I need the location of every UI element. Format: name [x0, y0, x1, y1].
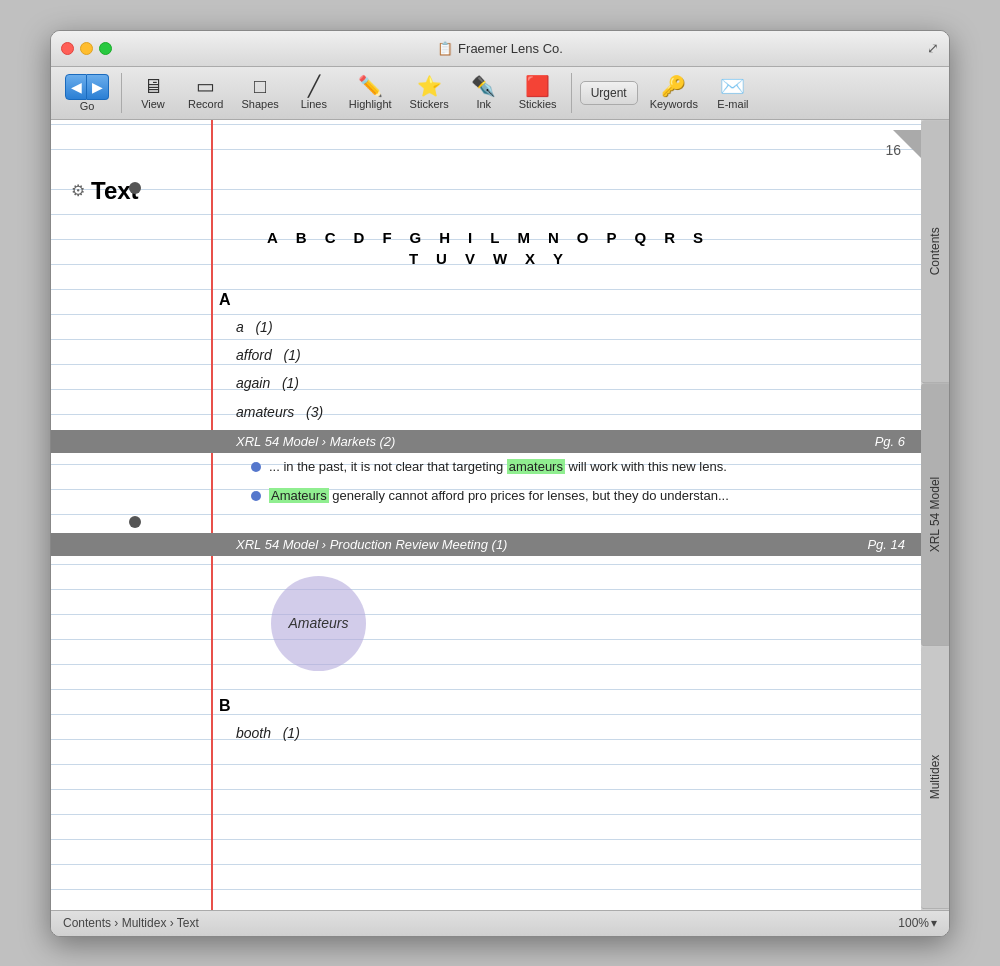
- lines-button[interactable]: ╱ Lines: [289, 73, 339, 113]
- stickies-button[interactable]: 🟥 Stickies: [511, 73, 565, 113]
- titlebar: 📋 Fraemer Lens Co. ⤢: [51, 31, 949, 67]
- tab-contents[interactable]: Contents: [921, 120, 949, 383]
- document-content: 16 ⚙ Text ABCDFGHILMNOPQRS: [51, 120, 921, 758]
- sub-group-2-header[interactable]: XRL 54 Model › Production Review Meeting…: [51, 533, 921, 556]
- left-bullet-1: [129, 182, 141, 194]
- section-b-label: B: [51, 689, 921, 719]
- amateurs-circle-badge[interactable]: Amateurs: [271, 576, 366, 671]
- stickies-icon: 🟥: [525, 76, 550, 96]
- sub-group-2: XRL 54 Model › Production Review Meeting…: [51, 533, 921, 681]
- traffic-lights: [61, 42, 112, 55]
- entry-booth[interactable]: booth (1): [51, 719, 921, 747]
- page-header: 16: [51, 130, 921, 165]
- tab-multidex[interactable]: Multidex: [921, 646, 949, 909]
- record-button[interactable]: ▭ Record: [180, 73, 231, 113]
- highlight-icon: ✏️: [358, 76, 383, 96]
- view-icon: 🖥: [143, 76, 163, 96]
- sub-bullet-2: [251, 491, 261, 501]
- zoom-indicator[interactable]: 100% ▾: [898, 916, 937, 930]
- text-heading-container: ⚙ Text: [51, 165, 921, 211]
- sub-entry-row-2[interactable]: Amateurs generally cannot afford pro pri…: [51, 482, 921, 511]
- stickers-button[interactable]: ⭐ Stickers: [402, 73, 457, 113]
- breadcrumb-text: Contents › Multidex › Text: [63, 916, 199, 930]
- bullet-spacer: [51, 515, 921, 529]
- sub-group-1: XRL 54 Model › Markets (2) Pg. 6 ... in …: [51, 430, 921, 511]
- statusbar: Contents › Multidex › Text 100% ▾: [51, 910, 949, 936]
- fold-corner: [893, 130, 921, 158]
- record-icon: ▭: [196, 76, 215, 96]
- alphabet-header: ABCDFGHILMNOPQRS TUVWXY: [51, 211, 921, 267]
- email-icon: ✉️: [720, 76, 745, 96]
- gear-icon: ⚙: [71, 181, 85, 200]
- sub-entry-row-1[interactable]: ... in the past, it is not clear that ta…: [51, 453, 921, 482]
- window-title: 📋 Fraemer Lens Co.: [437, 41, 563, 56]
- entry-amateurs[interactable]: amateurs (3): [51, 398, 921, 426]
- toolbar-separator: [121, 73, 122, 113]
- entry-a[interactable]: a (1): [51, 313, 921, 341]
- entry-again[interactable]: again (1): [51, 369, 921, 397]
- back-arrow-icon[interactable]: ◀: [65, 74, 87, 100]
- alphabet-row-2: TUVWXY: [71, 250, 901, 267]
- entry-afford[interactable]: afford (1): [51, 341, 921, 369]
- sub-group-2-page: Pg. 14: [867, 537, 905, 552]
- document-area[interactable]: 16 ⚙ Text ABCDFGHILMNOPQRS: [51, 120, 921, 910]
- sub-group-1-header[interactable]: XRL 54 Model › Markets (2) Pg. 6: [51, 430, 921, 453]
- email-button[interactable]: ✉️ E-mail: [708, 73, 758, 113]
- close-button[interactable]: [61, 42, 74, 55]
- fold-triangle: [893, 130, 921, 158]
- sub-group-1-page: Pg. 6: [875, 434, 905, 449]
- ink-icon: ✒️: [471, 76, 496, 96]
- heading-row: ⚙ Text: [51, 165, 921, 211]
- toolbar: ◀ ▶ Go 🖥 View ▭ Record □ Shapes ╱ Lines …: [51, 67, 949, 120]
- view-button[interactable]: 🖥 View: [128, 73, 178, 113]
- shapes-icon: □: [254, 76, 266, 96]
- circle-container: Amateurs: [51, 556, 921, 681]
- left-bullet-2: [129, 516, 141, 528]
- expand-button[interactable]: ⤢: [927, 40, 939, 56]
- go-button[interactable]: ◀ ▶ Go: [59, 71, 115, 115]
- sidebar-tabs: Contents XRL 54 Model Multidex: [921, 120, 949, 910]
- ink-button[interactable]: ✒️ Ink: [459, 73, 509, 113]
- lines-icon: ╱: [308, 76, 320, 96]
- toolbar-separator-2: [571, 73, 572, 113]
- sub-entry-text-2: Amateurs generally cannot afford pro pri…: [269, 486, 729, 507]
- alphabet-row-1: ABCDFGHILMNOPQRS: [111, 229, 861, 246]
- main-area: 16 ⚙ Text ABCDFGHILMNOPQRS: [51, 120, 949, 910]
- section-a-label: A: [51, 283, 921, 313]
- sub-group-1-title: XRL 54 Model › Markets (2): [236, 434, 395, 449]
- app-window: 📋 Fraemer Lens Co. ⤢ ◀ ▶ Go 🖥 View ▭ Rec…: [50, 30, 950, 937]
- shapes-button[interactable]: □ Shapes: [233, 73, 286, 113]
- maximize-button[interactable]: [99, 42, 112, 55]
- highlight-button[interactable]: ✏️ Highlight: [341, 73, 400, 113]
- keywords-icon: 🔑: [661, 76, 686, 96]
- highlight-amateurs-1: amateurs: [507, 459, 565, 474]
- keywords-button[interactable]: Urgent: [580, 81, 638, 105]
- breadcrumb: Contents › Multidex › Text: [63, 916, 199, 930]
- forward-arrow-icon[interactable]: ▶: [87, 74, 109, 100]
- title-icon: 📋: [437, 41, 453, 56]
- tab-xrl-model[interactable]: XRL 54 Model: [921, 383, 949, 646]
- sub-bullet-1: [251, 462, 261, 472]
- stickers-icon: ⭐: [417, 76, 442, 96]
- highlight-amateurs-2: Amateurs: [269, 488, 329, 503]
- zoom-chevron-icon: ▾: [931, 916, 937, 930]
- minimize-button[interactable]: [80, 42, 93, 55]
- circle-badge-text: Amateurs: [289, 615, 349, 631]
- zoom-level: 100%: [898, 916, 929, 930]
- keywords-tool-button[interactable]: 🔑 Keywords: [642, 73, 706, 113]
- sub-entry-text-1: ... in the past, it is not clear that ta…: [269, 457, 727, 478]
- sub-group-2-title: XRL 54 Model › Production Review Meeting…: [236, 537, 507, 552]
